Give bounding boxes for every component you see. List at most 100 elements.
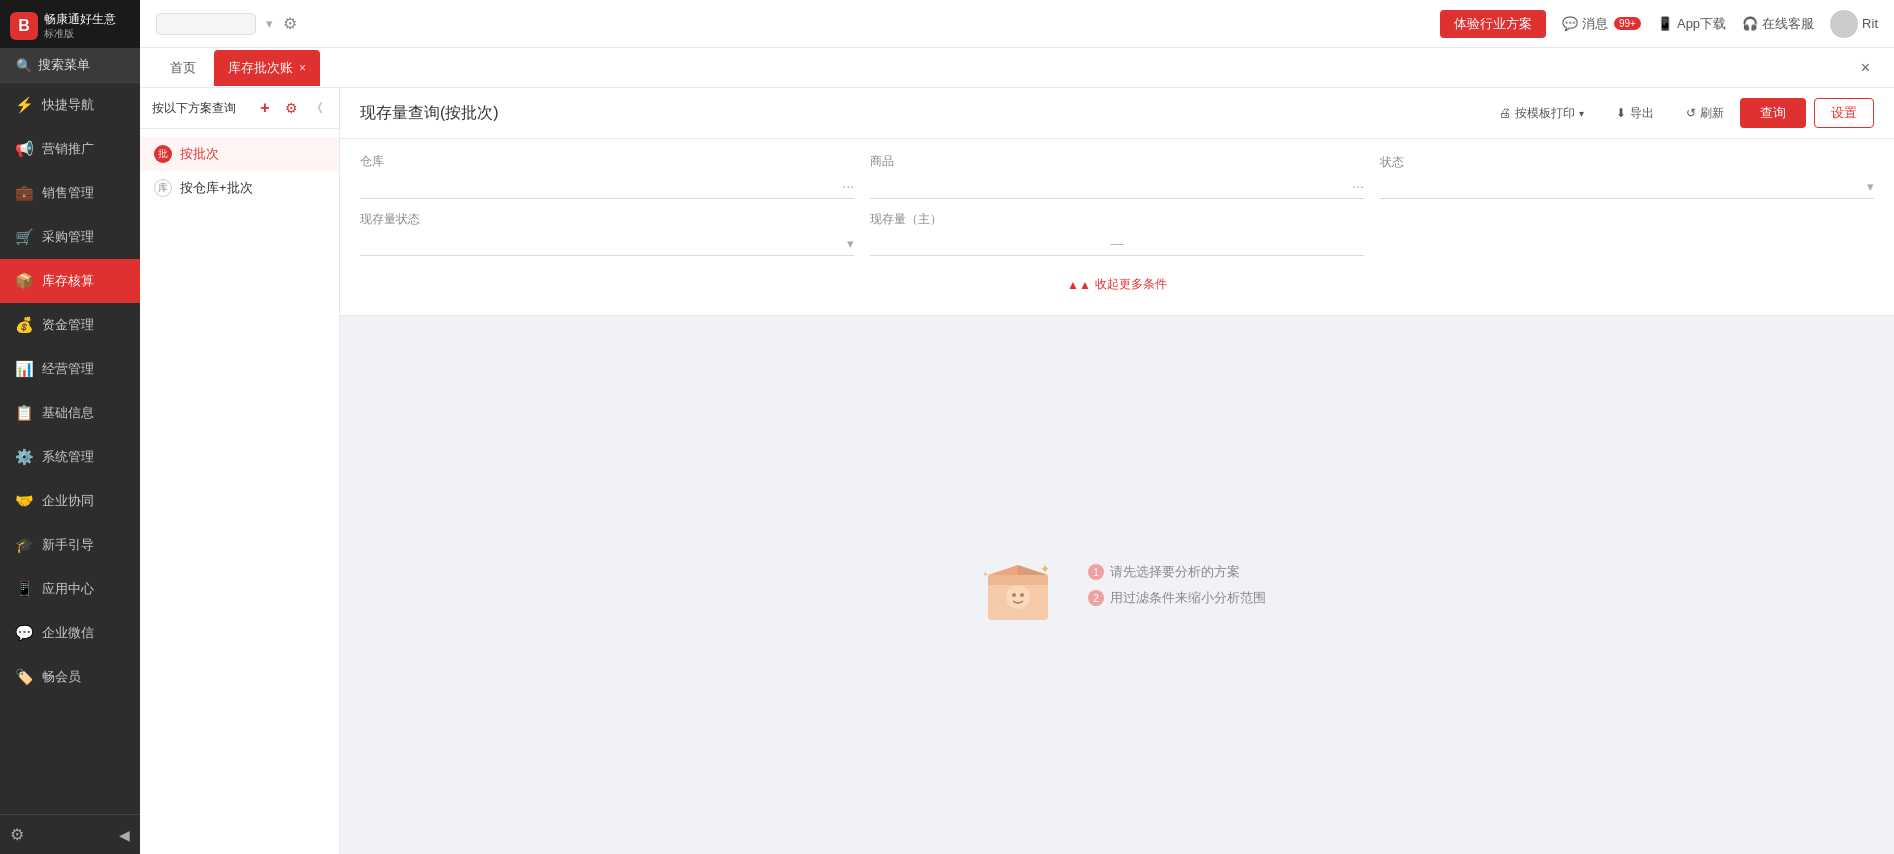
sidebar-item-label: 基础信息 — [42, 404, 94, 422]
collapse-up-icon: ▲▲ — [1067, 278, 1091, 292]
status-chevron-icon[interactable]: ▾ — [1867, 179, 1874, 194]
operations-icon: 📊 — [14, 359, 34, 379]
status-input-wrap: ▾ — [1380, 175, 1874, 199]
scheme-settings-icon[interactable]: ⚙ — [281, 98, 301, 118]
messages-action[interactable]: 💬 消息 99+ — [1562, 15, 1641, 33]
app-download-action[interactable]: 📱 App下载 — [1657, 15, 1726, 33]
product-dots-icon[interactable]: ··· — [1352, 178, 1364, 194]
sidebar-item-label: 销售管理 — [42, 184, 94, 202]
sidebar-item-purchase[interactable]: 🛒 采购管理 — [0, 215, 140, 259]
settings-button[interactable]: 设置 — [1814, 98, 1874, 128]
online-service-label: 在线客服 — [1762, 15, 1814, 33]
sidebar-item-marketing[interactable]: 📢 营销推广 — [0, 127, 140, 171]
add-scheme-button[interactable]: + — [255, 98, 275, 118]
inventory-status-chevron-icon[interactable]: ▾ — [847, 236, 854, 251]
sidebar-item-operations[interactable]: 📊 经营管理 — [0, 347, 140, 391]
svg-point-3 — [1012, 593, 1016, 597]
tab-bar: 首页 库存批次账 × × — [140, 48, 1894, 88]
user-avatar-area[interactable]: Rit — [1830, 10, 1878, 38]
appstore-icon: 📱 — [14, 579, 34, 599]
scheme-item-warehouse-batch[interactable]: 库 按仓库+批次 — [140, 171, 339, 205]
sidebar-item-member[interactable]: 🏷️ 畅会员 — [0, 655, 140, 699]
sidebar-item-label: 库存核算 — [42, 272, 94, 290]
inventory-main-dash: — — [1107, 236, 1128, 251]
inventory-main-label: 现存量（主） — [870, 211, 1364, 228]
messages-label: 消息 — [1582, 15, 1608, 33]
filter-row-1: 仓库 ··· 商品 ··· — [360, 153, 1874, 199]
sidebar-item-appstore[interactable]: 📱 应用中心 — [0, 567, 140, 611]
svg-point-4 — [1020, 593, 1024, 597]
sidebar-item-label: 应用中心 — [42, 580, 94, 598]
export-icon: ⬇ — [1616, 106, 1626, 120]
tab-home[interactable]: 首页 — [156, 50, 210, 86]
sidebar-item-label: 新手引导 — [42, 536, 94, 554]
scheme-list: 批 按批次 库 按仓库+批次 — [140, 129, 339, 854]
marketing-icon: 📢 — [14, 139, 34, 159]
warehouse-input-wrap: ··· — [360, 174, 854, 199]
tab-panel-close[interactable]: × — [1853, 59, 1878, 77]
inventory-main-from[interactable] — [870, 236, 1107, 251]
online-service-action[interactable]: 🎧 在线客服 — [1742, 15, 1814, 33]
inventory-main-wrap: — — [870, 232, 1364, 256]
product-label: 商品 — [870, 153, 1364, 170]
export-label: 导出 — [1630, 105, 1654, 122]
page-header-actions: 🖨 按模板打印 ▾ ⬇ 导出 ↺ 刷新 查询 — [1491, 98, 1874, 128]
sidebar-item-sales[interactable]: 💼 销售管理 — [0, 171, 140, 215]
print-chevron-icon: ▾ — [1579, 108, 1584, 119]
trial-button[interactable]: 体验行业方案 — [1440, 10, 1546, 38]
sidebar-search-label: 搜索菜单 — [38, 56, 90, 74]
warehouse-dots-icon[interactable]: ··· — [842, 178, 854, 194]
inventory-status-input[interactable] — [360, 236, 847, 251]
scheme-item-batch[interactable]: 批 按批次 — [140, 137, 339, 171]
tab-batch-account[interactable]: 库存批次账 × — [214, 50, 320, 86]
sidebar-item-label: 系统管理 — [42, 448, 94, 466]
refresh-button[interactable]: ↺ 刷新 — [1678, 101, 1732, 126]
export-button[interactable]: ⬇ 导出 — [1608, 101, 1662, 126]
sidebar-item-finance[interactable]: 💰 资金管理 — [0, 303, 140, 347]
breadcrumb-chevron-icon: ▾ — [266, 16, 273, 31]
empty-state: ✦ ✦ 1 请先选择要分析的方案 2 用过滤条件来缩小分析范围 — [340, 316, 1894, 854]
warehouse-label: 仓库 — [360, 153, 854, 170]
collapse-sidebar-icon[interactable]: ◀ — [119, 827, 130, 843]
scheme-batch-label: 按批次 — [180, 145, 219, 163]
page-actions-group: 🖨 按模板打印 ▾ ⬇ 导出 ↺ 刷新 — [1491, 101, 1732, 126]
filter-area: 仓库 ··· 商品 ··· — [340, 139, 1894, 316]
collapse-more-btn[interactable]: ▲▲ 收起更多条件 — [360, 268, 1874, 301]
status-input[interactable] — [1380, 179, 1867, 194]
inventory-status-wrap: ▾ — [360, 232, 854, 256]
tab-close-icon[interactable]: × — [299, 61, 306, 75]
product-input[interactable] — [870, 179, 1348, 194]
app-download-label: App下载 — [1677, 15, 1726, 33]
sidebar-item-system[interactable]: ⚙️ 系统管理 — [0, 435, 140, 479]
sidebar-header: B 畅康通好生意 标准版 — [0, 0, 140, 48]
sidebar-item-wechat[interactable]: 💬 企业微信 — [0, 611, 140, 655]
filter-group-inventory-main: 现存量（主） — — [870, 211, 1364, 256]
sidebar-item-collab[interactable]: 🤝 企业协同 — [0, 479, 140, 523]
scheme-warehouse-icon: 库 — [154, 179, 172, 197]
inventory-icon: 📦 — [14, 271, 34, 291]
query-button[interactable]: 查询 — [1740, 98, 1806, 128]
sidebar-item-guide[interactable]: 🎓 新手引导 — [0, 523, 140, 567]
content-area: 按以下方案查询 + ⚙ 《 批 按批次 库 按仓库+批次 — [140, 88, 1894, 854]
system-icon: ⚙️ — [14, 447, 34, 467]
warehouse-input[interactable] — [360, 179, 838, 194]
filter-row-2: 现存量状态 ▾ 现存量（主） — — [360, 211, 1874, 256]
empty-hints: 1 请先选择要分析的方案 2 用过滤条件来缩小分析范围 — [1088, 563, 1266, 607]
top-gear-icon[interactable]: ⚙ — [283, 14, 297, 33]
sidebar-item-label: 企业微信 — [42, 624, 94, 642]
collapse-panel-icon[interactable]: 《 — [307, 98, 327, 118]
sidebar-item-label: 快捷导航 — [42, 96, 94, 114]
breadcrumb-input[interactable] — [156, 13, 256, 35]
finance-icon: 💰 — [14, 315, 34, 335]
sidebar-item-label: 采购管理 — [42, 228, 94, 246]
search-icon: 🔍 — [16, 58, 32, 73]
print-button[interactable]: 🖨 按模板打印 ▾ — [1491, 101, 1592, 126]
sidebar-search[interactable]: 🔍 搜索菜单 — [0, 48, 140, 83]
settings-icon[interactable]: ⚙ — [10, 825, 24, 844]
sidebar-item-quick-nav[interactable]: ⚡ 快捷导航 — [0, 83, 140, 127]
sidebar-item-inventory[interactable]: 📦 库存核算 — [0, 259, 140, 303]
empty-illustration: ✦ ✦ — [968, 535, 1068, 635]
page-title: 现存量查询(按批次) — [360, 103, 499, 124]
sidebar-item-basic[interactable]: 📋 基础信息 — [0, 391, 140, 435]
inventory-main-to[interactable] — [1128, 236, 1365, 251]
